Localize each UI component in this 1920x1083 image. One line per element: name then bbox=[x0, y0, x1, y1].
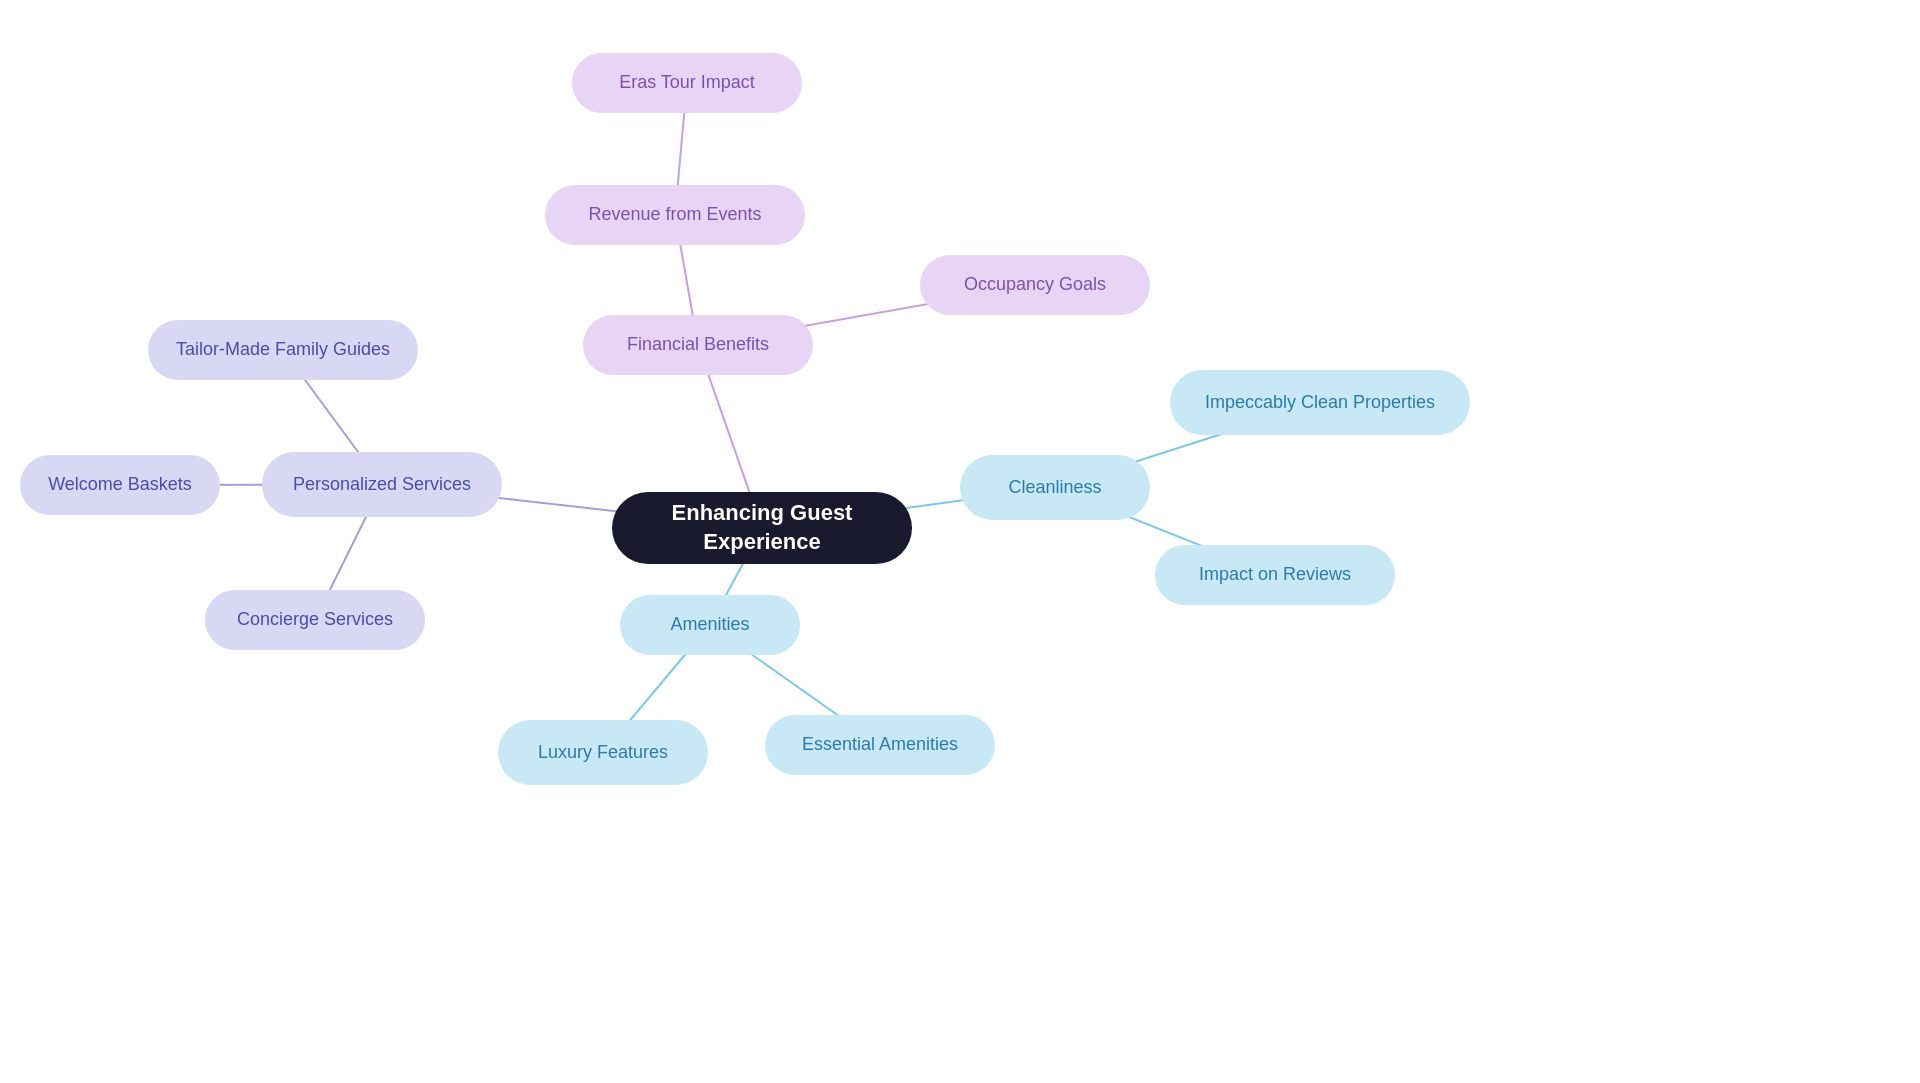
node-tailorMadeFamilyGuides[interactable]: Tailor-Made Family Guides bbox=[148, 320, 418, 380]
connections-svg bbox=[0, 0, 1920, 1083]
node-essentialAmenities[interactable]: Essential Amenities bbox=[765, 715, 995, 775]
node-conciergeServices[interactable]: Concierge Services bbox=[205, 590, 425, 650]
node-revenueFromEvents[interactable]: Revenue from Events bbox=[545, 185, 805, 245]
node-impeccablyCleanProperties[interactable]: Impeccably Clean Properties bbox=[1170, 370, 1470, 435]
node-erasTourImpact[interactable]: Eras Tour Impact bbox=[572, 53, 802, 113]
node-impactOnReviews[interactable]: Impact on Reviews bbox=[1155, 545, 1395, 605]
node-luxuryFeatures[interactable]: Luxury Features bbox=[498, 720, 708, 785]
node-welcomeBaskets[interactable]: Welcome Baskets bbox=[20, 455, 220, 515]
mindmap-container: Enhancing Guest Experience Eras Tour Impa… bbox=[0, 0, 1920, 1083]
node-personalizedServices[interactable]: Personalized Services bbox=[262, 452, 502, 517]
node-financialBenefits[interactable]: Financial Benefits bbox=[583, 315, 813, 375]
node-center[interactable]: Enhancing Guest Experience bbox=[612, 492, 912, 564]
node-cleanliness[interactable]: Cleanliness bbox=[960, 455, 1150, 520]
node-occupancyGoals[interactable]: Occupancy Goals bbox=[920, 255, 1150, 315]
node-amenities[interactable]: Amenities bbox=[620, 595, 800, 655]
